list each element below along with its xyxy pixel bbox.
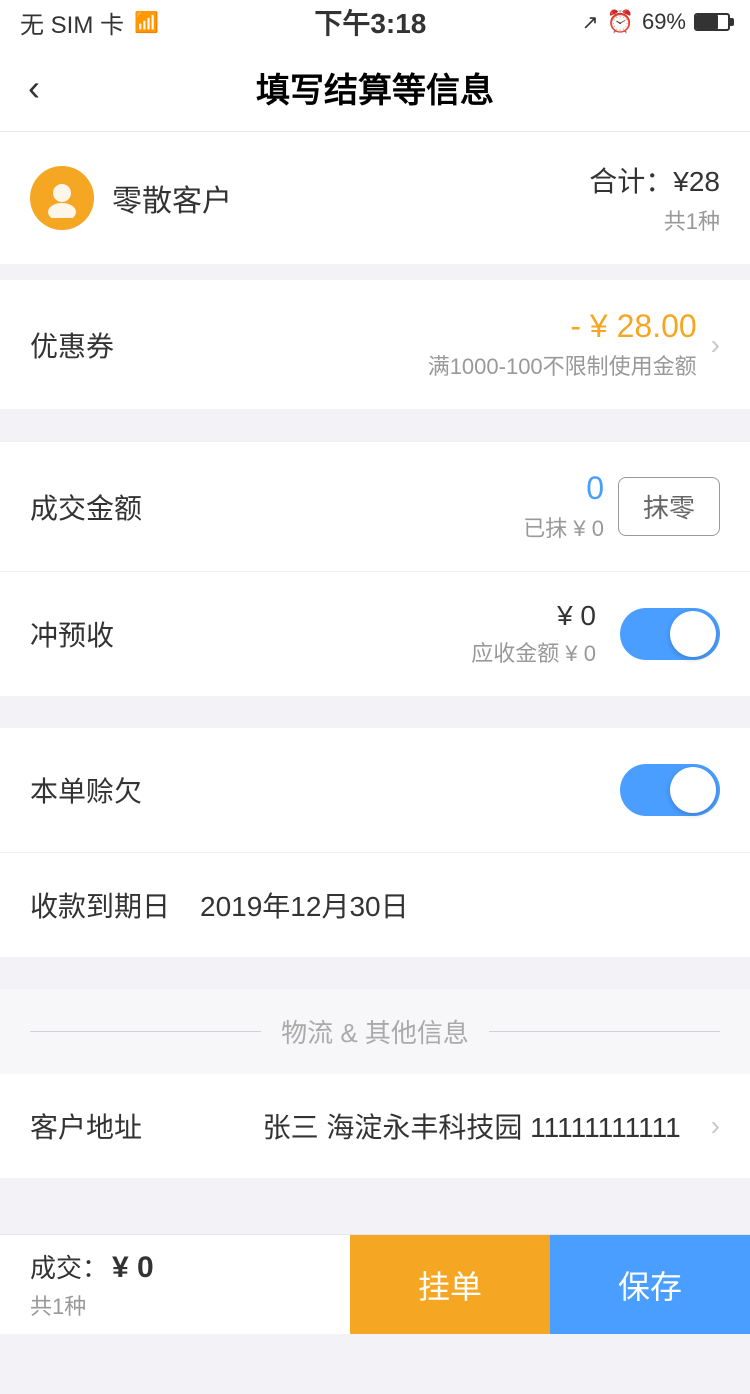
divider-2	[0, 712, 750, 728]
divider-3	[0, 973, 750, 989]
battery-label: 69%	[642, 9, 686, 35]
coupon-section: 优惠券 - ¥ 28.00 满1000-100不限制使用金额 ›	[0, 280, 750, 409]
bottom-deal-label: 成交：	[30, 1248, 108, 1285]
round-down-button[interactable]: 抹零	[618, 477, 720, 536]
address-label: 客户地址	[30, 1106, 142, 1146]
prepayment-value-area: ¥ 0 应收金额 ¥ 0	[471, 600, 596, 668]
due-date-value: 2019年12月30日	[200, 885, 409, 925]
status-bar: 无 SIM 卡 📶 下午3:18 ↗ ⏰ 69%	[0, 0, 750, 44]
toggle-knob	[670, 611, 716, 657]
prepayment-right: ¥ 0 应收金额 ¥ 0	[471, 600, 720, 668]
debt-toggle-knob	[670, 767, 716, 813]
customer-total: 合计：¥28 共1种	[589, 160, 720, 236]
due-date-label: 收款到期日	[30, 885, 170, 925]
customer-section: 零散客户 合计：¥28 共1种	[0, 132, 750, 264]
alarm-icon: ⏰	[607, 9, 634, 35]
transaction-row: 成交金额 0 已抹 ¥ 0 抹零	[0, 441, 750, 571]
page-title: 填写结算等信息	[256, 63, 494, 112]
coupon-value-area: - ¥ 28.00 满1000-100不限制使用金额	[428, 308, 697, 381]
back-button[interactable]: ‹	[28, 67, 40, 109]
debt-label: 本单赊欠	[30, 770, 142, 810]
bottom-deal-row: 成交： ¥ 0	[30, 1248, 320, 1285]
status-left: 无 SIM 卡 📶	[20, 5, 159, 40]
due-date-row: 收款到期日 2019年12月30日	[0, 852, 750, 957]
wifi-icon: 📶	[134, 10, 159, 35]
prepayment-row: 冲预收 ¥ 0 应收金额 ¥ 0	[0, 571, 750, 696]
coupon-right: - ¥ 28.00 满1000-100不限制使用金额 ›	[428, 308, 720, 381]
debt-toggle[interactable]	[620, 764, 720, 816]
transaction-right: 0 已抹 ¥ 0 抹零	[523, 470, 720, 543]
logistics-line-left	[30, 1031, 261, 1032]
nav-bar: ‹ 填写结算等信息	[0, 44, 750, 132]
address-section: 客户地址 张三 海淀永丰科技园 11111111111 ›	[0, 1074, 750, 1178]
status-time: 下午3:18	[314, 2, 426, 42]
customer-row: 零散客户 合计：¥28 共1种	[0, 132, 750, 264]
bottom-bar: 成交： ¥ 0 共1种 挂单 保存	[0, 1234, 750, 1334]
total-count-label: 共1种	[589, 204, 720, 236]
amount-section: 成交金额 0 已抹 ¥ 0 抹零 冲预收 ¥ 0 应收金额 ¥ 0	[0, 441, 750, 696]
transaction-label: 成交金额	[30, 487, 142, 527]
transaction-value-area: 0 已抹 ¥ 0	[523, 470, 604, 543]
debt-section: 本单赊欠 收款到期日 2019年12月30日	[0, 728, 750, 957]
logistics-header: 物流 & 其他信息	[0, 989, 750, 1074]
coupon-chevron: ›	[711, 329, 720, 361]
logistics-title: 物流 & 其他信息	[281, 1013, 469, 1050]
address-chevron: ›	[711, 1110, 720, 1142]
coupon-value: - ¥ 28.00	[428, 308, 697, 345]
coupon-sub: 满1000-100不限制使用金额	[428, 349, 697, 381]
total-amount-label: 合计：¥28	[589, 160, 720, 200]
divider-1	[0, 425, 750, 441]
location-icon: ↗	[582, 10, 599, 35]
bottom-count: 共1种	[30, 1289, 320, 1321]
status-right: ↗ ⏰ 69%	[582, 9, 730, 35]
bottom-deal-amount: ¥ 0	[112, 1251, 154, 1285]
prepayment-toggle[interactable]	[620, 608, 720, 660]
customer-name: 零散客户	[112, 176, 232, 220]
debt-row: 本单赊欠	[0, 728, 750, 852]
prepayment-label: 冲预收	[30, 614, 114, 654]
carrier-label: 无 SIM 卡	[20, 5, 124, 40]
save-button[interactable]: 保存	[550, 1235, 750, 1334]
bottom-info: 成交： ¥ 0 共1种	[0, 1235, 350, 1334]
transaction-value: 0	[523, 470, 604, 507]
avatar	[30, 166, 94, 230]
battery-icon	[694, 13, 730, 31]
address-value: 张三 海淀永丰科技园 11111111111	[172, 1106, 681, 1146]
hang-button[interactable]: 挂单	[350, 1235, 550, 1334]
coupon-label: 优惠券	[30, 325, 114, 365]
prepayment-value: ¥ 0	[471, 600, 596, 632]
customer-left: 零散客户	[30, 166, 232, 230]
logistics-line-right	[489, 1031, 720, 1032]
prepayment-sub: 应收金额 ¥ 0	[471, 636, 596, 668]
coupon-row[interactable]: 优惠券 - ¥ 28.00 满1000-100不限制使用金额 ›	[0, 280, 750, 409]
address-row[interactable]: 客户地址 张三 海淀永丰科技园 11111111111 ›	[0, 1074, 750, 1178]
transaction-sub: 已抹 ¥ 0	[523, 511, 604, 543]
